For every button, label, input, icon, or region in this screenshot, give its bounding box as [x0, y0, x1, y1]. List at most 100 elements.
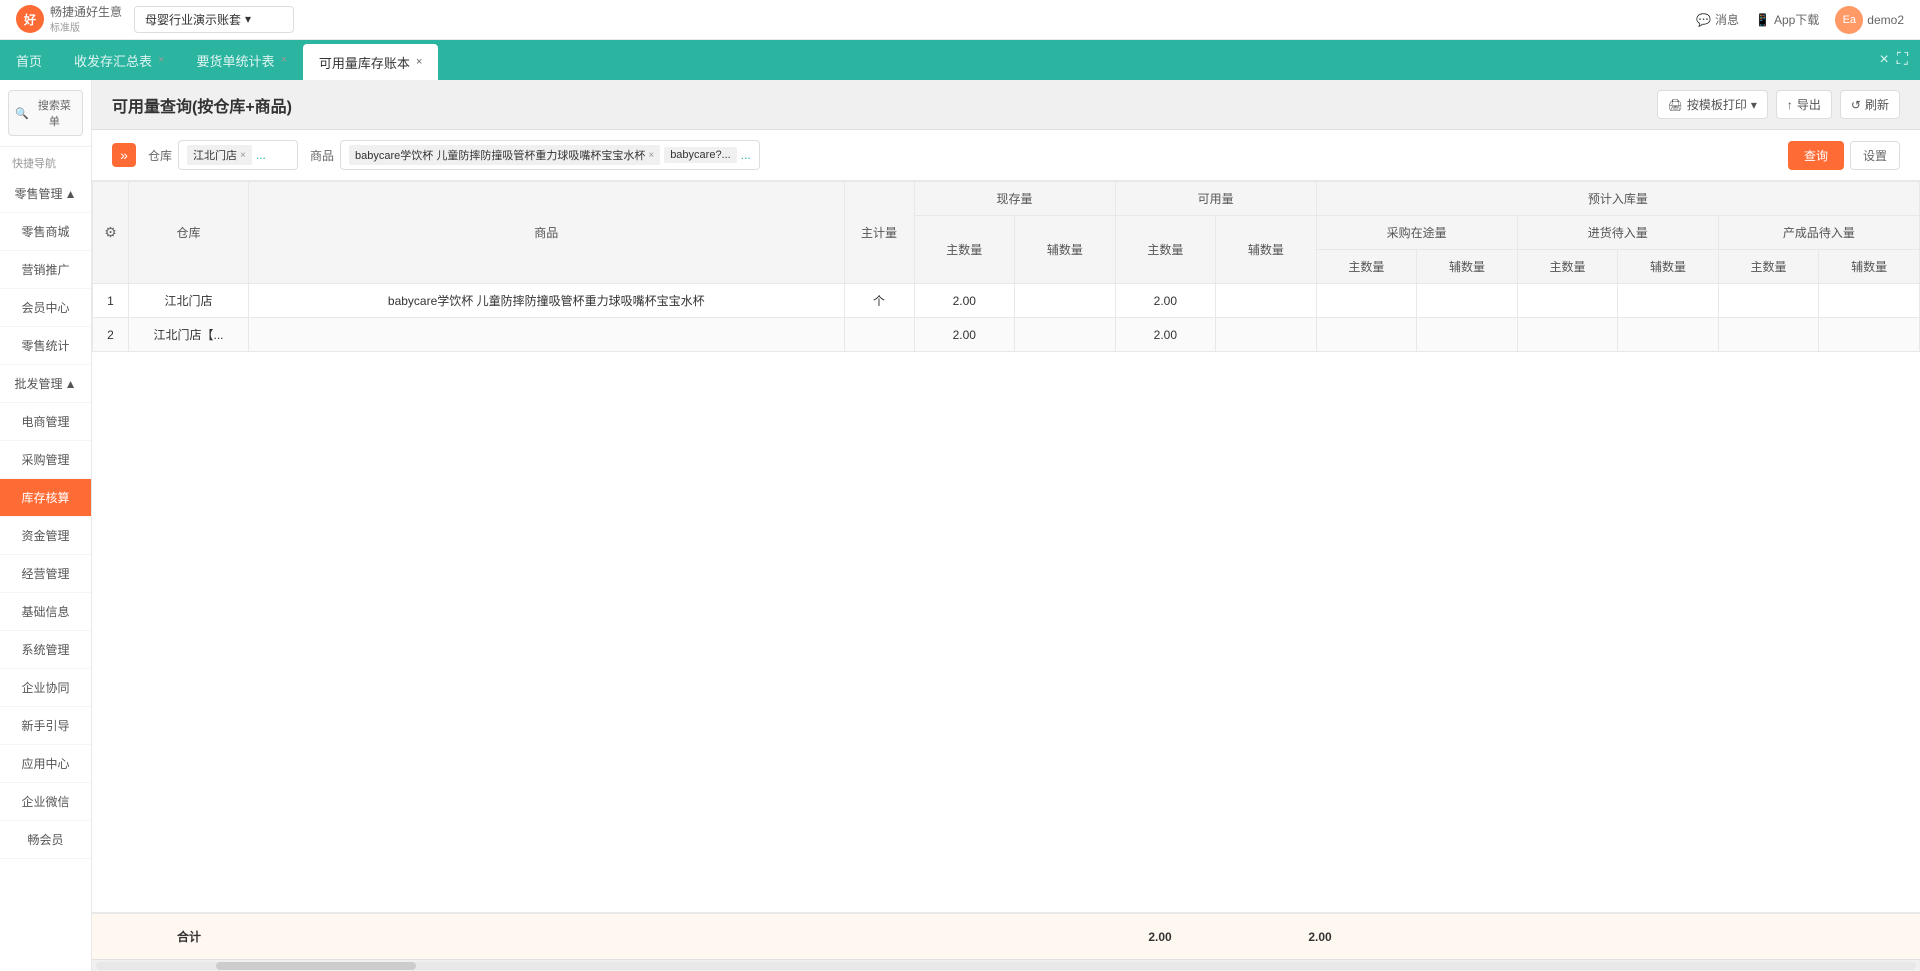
data-table: ⚙ 仓库 商品 主计量 现存量 可用量 预计入库量 主数量 辅数量	[92, 181, 1920, 352]
scroll-bar-area[interactable]	[92, 959, 1920, 971]
footer-prod-aux	[1840, 922, 1920, 951]
sidebar-item-system[interactable]: 系统管理	[0, 631, 91, 669]
sidebar-item-enterprise[interactable]: 企业协同	[0, 669, 91, 707]
product-more[interactable]: ...	[741, 148, 751, 162]
print-icon: 🖨	[1668, 98, 1683, 112]
cell-unit-0: 个	[844, 284, 914, 318]
product-tag2: babycare?...	[664, 147, 737, 163]
nav-label: 快捷导航	[0, 147, 91, 175]
th-current-stock: 现存量	[914, 182, 1115, 216]
top-bar-right: 💬 消息 📱 App下载 Ea demo2	[1696, 6, 1904, 34]
user-name: demo2	[1867, 13, 1904, 27]
sidebar-item-retail-mgmt[interactable]: 零售管理 ▲	[0, 175, 91, 213]
print-btn[interactable]: 🖨 按模板打印 ▾	[1657, 90, 1768, 119]
tab-bar-actions: × ⛶	[1867, 40, 1920, 80]
marketing-label: 营销推广	[21, 263, 69, 277]
app-center-label: 应用中心	[21, 757, 69, 771]
product-label: 商品	[310, 147, 334, 164]
cell-pt-main-0	[1316, 284, 1417, 318]
product-value1: babycare学饮杯 儿童防摔防撞吸管杯重力球吸嘴杯宝宝水杯	[355, 147, 645, 163]
table-wrapper: ⚙ 仓库 商品 主计量 现存量 可用量 预计入库量 主数量 辅数量	[92, 181, 1920, 971]
message-btn[interactable]: 💬 消息	[1696, 11, 1739, 28]
sidebar-item-wholesale[interactable]: 批发管理 ▲	[0, 365, 91, 403]
filter-bar: » 仓库 江北门店 × ... 商品 babycare学饮杯 儿童防摔防撞吸管杯…	[92, 130, 1920, 181]
sidebar-item-finance[interactable]: 资金管理	[0, 517, 91, 555]
sidebar-item-ecommerce[interactable]: 电商管理	[0, 403, 91, 441]
sidebar-item-basic-info[interactable]: 基础信息	[0, 593, 91, 631]
user-area[interactable]: Ea demo2	[1835, 6, 1904, 34]
cell-pp-main-0	[1517, 284, 1618, 318]
tab-order-label: 要货单统计表	[196, 51, 274, 70]
scroll-thumb[interactable]	[216, 962, 416, 970]
cell-no-1: 2	[93, 318, 129, 352]
download-label: App下载	[1774, 11, 1819, 28]
th-settings[interactable]: ⚙	[93, 182, 129, 284]
tab-receive-summary[interactable]: 收发存汇总表 ×	[58, 40, 180, 80]
tab-available-stock[interactable]: 可用量库存账本 ×	[303, 44, 438, 80]
th-purchase-transit: 采购在途量	[1316, 216, 1517, 250]
org-name: 母婴行业演示账套	[145, 11, 241, 28]
warehouse-tag-close[interactable]: ×	[240, 150, 246, 161]
tab-home-label: 首页	[16, 51, 42, 70]
filter-expand-btn[interactable]: »	[112, 143, 136, 167]
tab-receive-close[interactable]: ×	[158, 54, 164, 66]
column-settings-icon[interactable]: ⚙	[104, 224, 117, 240]
cell-cur-main-1: 2.00	[914, 318, 1015, 352]
settings-btn[interactable]: 设置	[1850, 141, 1900, 170]
tab-order-stats[interactable]: 要货单统计表 ×	[180, 40, 302, 80]
cell-avail-aux-1	[1216, 318, 1317, 352]
system-label: 系统管理	[21, 643, 69, 657]
tab-close-all[interactable]: ×	[1879, 51, 1888, 69]
warehouse-more[interactable]: ...	[256, 148, 266, 162]
tab-fullscreen[interactable]: ⛶	[1897, 51, 1908, 69]
cell-cur-aux-1	[1015, 318, 1116, 352]
table-container[interactable]: ⚙ 仓库 商品 主计量 现存量 可用量 预计入库量 主数量 辅数量	[92, 181, 1920, 912]
th-warehouse: 仓库	[129, 182, 249, 284]
sidebar-item-purchase[interactable]: 采购管理	[0, 441, 91, 479]
cell-pt-aux-0	[1417, 284, 1518, 318]
tab-order-close[interactable]: ×	[280, 54, 286, 66]
print-label: 按模板打印	[1687, 96, 1747, 113]
message-label: 消息	[1715, 11, 1739, 28]
cell-prod-main-1	[1718, 318, 1819, 352]
retail-mgmt-label: 零售管理	[15, 185, 63, 202]
footer-label: 合计	[129, 922, 249, 951]
sidebar-item-app-center[interactable]: 应用中心	[0, 745, 91, 783]
print-chevron: ▾	[1751, 98, 1757, 112]
sidebar-item-guide[interactable]: 新手引导	[0, 707, 91, 745]
tab-available-close[interactable]: ×	[416, 56, 422, 68]
sidebar-item-wechat[interactable]: 企业微信	[0, 783, 91, 821]
app-download-btn[interactable]: 📱 App下载	[1755, 11, 1819, 28]
sidebar-item-member-pro[interactable]: 畅会员	[0, 821, 91, 859]
cell-unit-1	[844, 318, 914, 352]
th-available-aux: 辅数量	[1216, 216, 1317, 284]
footer-table: 合计 2.00 2.00	[92, 922, 1920, 951]
org-selector[interactable]: 母婴行业演示账套 ▾	[134, 6, 294, 33]
export-icon: ↑	[1787, 98, 1793, 112]
product-tag1-close[interactable]: ×	[648, 150, 654, 161]
query-btn[interactable]: 查询	[1788, 141, 1844, 170]
sidebar-item-retail-mall[interactable]: 零售商城	[0, 213, 91, 251]
th-pp-aux: 辅数量	[1618, 250, 1719, 284]
tab-home[interactable]: 首页	[0, 40, 58, 80]
footer-pt-aux	[1520, 922, 1600, 951]
sidebar-item-member[interactable]: 会员中心	[0, 289, 91, 327]
chevron-down-icon: ▾	[245, 12, 251, 26]
logo-sub: 标准版	[50, 19, 122, 34]
sidebar-item-inventory[interactable]: 库存核算	[0, 479, 91, 517]
sidebar-item-operation[interactable]: 经营管理	[0, 555, 91, 593]
export-btn[interactable]: ↑ 导出	[1776, 90, 1832, 119]
search-menu-btn[interactable]: 🔍 搜索菜单	[8, 90, 83, 136]
table-row: 2 江北门店【... 2.00 2.00	[93, 318, 1920, 352]
table-footer: 合计 2.00 2.00	[92, 912, 1920, 959]
sidebar-item-marketing[interactable]: 营销推广	[0, 251, 91, 289]
sidebar-item-retail-stats[interactable]: 零售统计	[0, 327, 91, 365]
scroll-track[interactable]	[96, 962, 1916, 970]
th-available: 可用量	[1115, 182, 1316, 216]
th-prod-aux: 辅数量	[1819, 250, 1920, 284]
table-row: 1 江北门店 babycare学饮杯 儿童防摔防撞吸管杯重力球吸嘴杯宝宝水杯 个…	[93, 284, 1920, 318]
product-input[interactable]: babycare学饮杯 儿童防摔防撞吸管杯重力球吸嘴杯宝宝水杯 × babyca…	[340, 140, 760, 170]
refresh-btn[interactable]: ↺ 刷新	[1840, 90, 1900, 119]
warehouse-input[interactable]: 江北门店 × ...	[178, 140, 298, 170]
refresh-label: 刷新	[1865, 96, 1889, 113]
